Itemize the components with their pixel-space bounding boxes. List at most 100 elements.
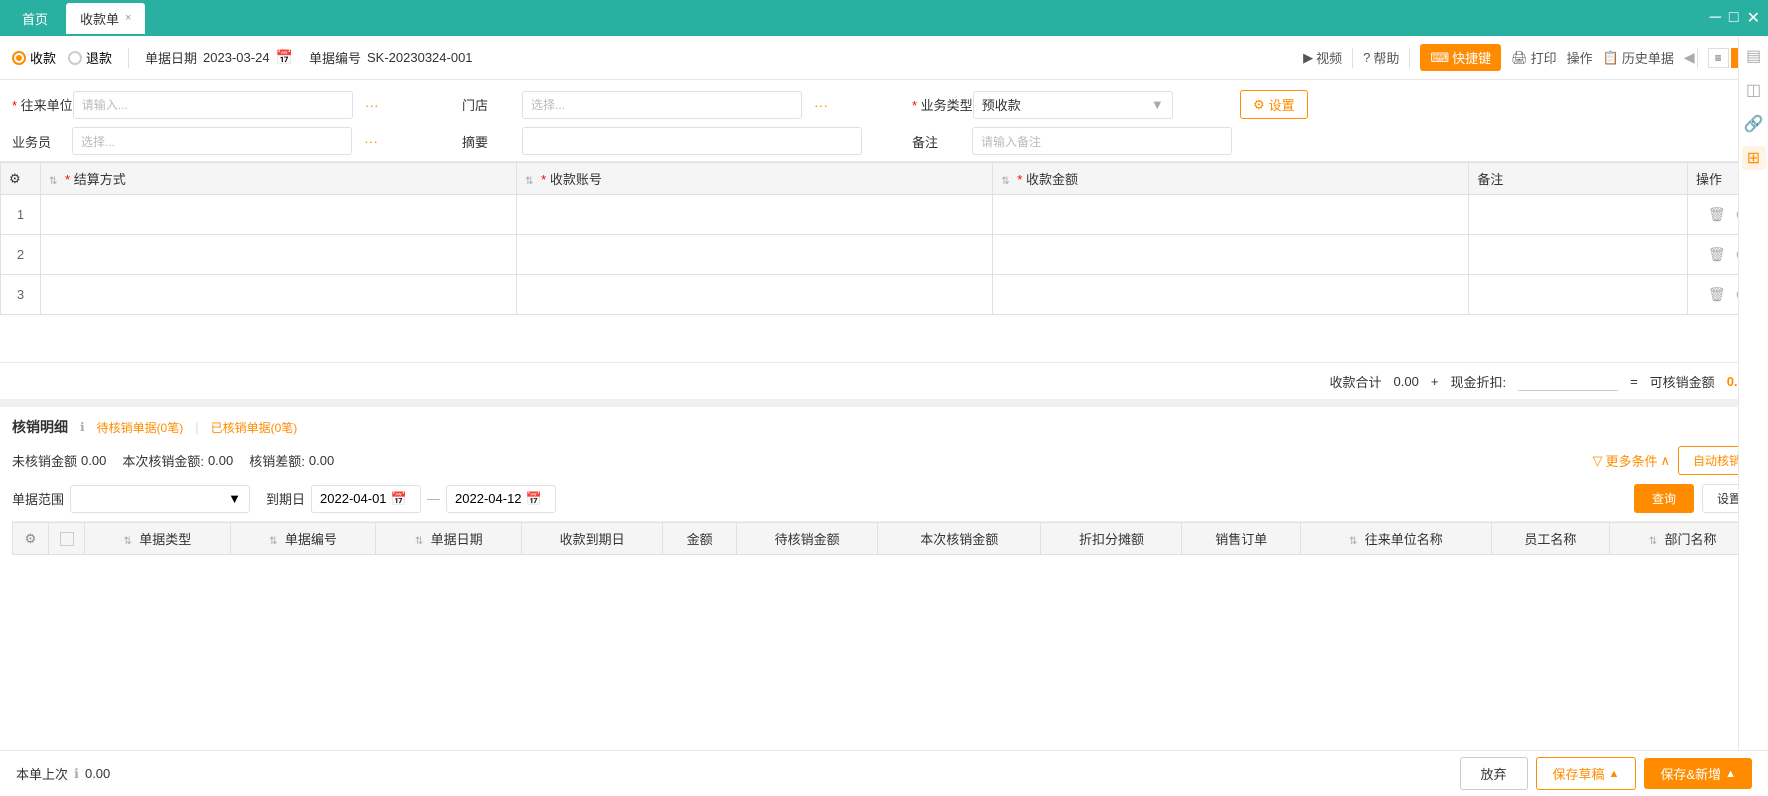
shortcut-btn[interactable]: ⌨ 快捷键: [1420, 44, 1501, 71]
discard-btn[interactable]: 放弃: [1460, 757, 1528, 790]
row-2-account[interactable]: [517, 235, 993, 275]
date-end-input[interactable]: 2022-04-12 📅: [446, 485, 556, 513]
col-discount-label: 折扣分摊额: [1079, 532, 1144, 547]
recon-info-icon[interactable]: ℹ: [80, 420, 85, 434]
nav-left-icon[interactable]: ◀: [1684, 49, 1695, 66]
query-btn[interactable]: 查询: [1634, 484, 1694, 513]
store-input[interactable]: 选择...: [522, 91, 802, 119]
maximize-icon[interactable]: □: [1729, 9, 1739, 27]
bottom-settings-icon[interactable]: ⚙: [25, 531, 37, 546]
col-settings-header[interactable]: ⚙: [1, 163, 41, 195]
col-due-label: 收款到期日: [560, 532, 625, 547]
row-2-delete-icon[interactable]: 🗑: [1708, 246, 1726, 262]
history-btn[interactable]: 📋 历史单据: [1603, 48, 1674, 67]
help-label: 帮助: [1373, 48, 1399, 67]
draft-btn-arrow: ▲: [1609, 768, 1620, 780]
row-1-settle[interactable]: [41, 195, 517, 235]
settings-icon: ⚙: [9, 171, 21, 186]
row-3-remark[interactable]: [1469, 275, 1688, 315]
sidebar-table-icon[interactable]: ▤: [1742, 44, 1766, 68]
select-all-checkbox[interactable]: [60, 532, 74, 546]
footer-info-icon[interactable]: ℹ: [74, 766, 79, 782]
close-window-icon[interactable]: ✕: [1747, 8, 1760, 28]
row-2-remark[interactable]: [1469, 235, 1688, 275]
col-dept-header: ⇅ 部门名称: [1610, 523, 1756, 555]
form-area: 往来单位 请输入... ··· 门店 选择... ··· 业务类型 预收款 ▼: [0, 80, 1768, 162]
row-3-settle[interactable]: [41, 275, 517, 315]
partner-placeholder: 请输入...: [82, 96, 128, 113]
help-icon: ?: [1363, 50, 1370, 65]
toolbar: 收款 退款 单据日期 2023-03-24 📅 单据编号 SK-20230324…: [0, 36, 1768, 80]
video-btn[interactable]: ▶ 视频: [1303, 48, 1342, 67]
sidebar-link-icon[interactable]: 🔗: [1742, 112, 1766, 136]
settle-sort-icon: ⇅: [49, 176, 57, 187]
radio-tuikuan[interactable]: 退款: [68, 48, 112, 67]
partner-more-icon[interactable]: ···: [365, 97, 379, 113]
calendar-end-icon[interactable]: 📅: [526, 491, 542, 507]
minimize-icon[interactable]: ─: [1710, 9, 1721, 27]
row-1-remark[interactable]: [1469, 195, 1688, 235]
receipt-type-radio-group: 收款 退款: [12, 48, 112, 67]
col-checkbox-header[interactable]: [49, 523, 85, 555]
remark-input[interactable]: 请输入备注: [972, 127, 1232, 155]
list-view-btn[interactable]: ≡: [1708, 48, 1729, 68]
calendar-icon[interactable]: 📅: [276, 49, 293, 66]
row-2-amount[interactable]: [993, 235, 1469, 275]
store-more-icon[interactable]: ···: [814, 97, 828, 113]
radio-shoukuan[interactable]: 收款: [12, 48, 56, 67]
recon-diff-label: 核销差额:: [249, 451, 305, 470]
biz-type-dropdown[interactable]: 预收款 ▼: [973, 91, 1173, 119]
type-sort-icon: ⇅: [123, 536, 131, 547]
row-1-account[interactable]: [517, 195, 993, 235]
row-3-delete-icon[interactable]: 🗑: [1708, 286, 1726, 302]
print-icon: 🖨: [1511, 50, 1528, 66]
done-recon-tab[interactable]: 已核销单据(0笔): [211, 419, 298, 436]
row-3-amount[interactable]: [993, 275, 1469, 315]
col-remark-header: 备注: [1469, 163, 1688, 195]
tab-home[interactable]: 首页: [8, 3, 62, 34]
print-btn[interactable]: 🖨 打印: [1511, 48, 1557, 67]
staff-placeholder: 选择...: [81, 133, 115, 150]
tab-receipt[interactable]: 收款单 ×: [66, 3, 145, 34]
filter-icon: ▽: [1592, 453, 1602, 469]
date-start-input[interactable]: 2022-04-01 📅: [311, 485, 421, 513]
col-type-header: ⇅ 单据类型: [85, 523, 231, 555]
range-select[interactable]: ▼: [70, 485, 250, 513]
bottom-table-wrapper: ⚙ ⇅ 单据类型 ⇅ 单据编号: [12, 522, 1756, 555]
num-sort-icon: ⇅: [269, 536, 277, 547]
calendar-start-icon[interactable]: 📅: [391, 491, 407, 507]
radio-shoukuan-label: 收款: [30, 48, 56, 67]
doc-date-value: 2023-03-24: [203, 50, 270, 65]
tab-close-icon[interactable]: ×: [125, 12, 131, 24]
ops-label: 操作: [1567, 48, 1593, 67]
row-2-settle[interactable]: [41, 235, 517, 275]
partner-label: 往来单位: [12, 95, 73, 114]
ops-btn[interactable]: 操作: [1567, 48, 1593, 67]
pending-recon-tab[interactable]: 待核销单据(0笔): [97, 419, 184, 436]
radio-tuikuan-dot: [68, 51, 82, 65]
sidebar-layout-icon[interactable]: ◫: [1742, 78, 1766, 102]
row-1-amount[interactable]: [993, 195, 1469, 235]
help-btn[interactable]: ? 帮助: [1363, 48, 1399, 67]
discount-input[interactable]: [1518, 371, 1618, 391]
sidebar-grid-icon[interactable]: ⊞: [1742, 146, 1766, 170]
set-button[interactable]: ⚙ 设置: [1240, 90, 1308, 119]
biz-type-value: 预收款: [982, 95, 1021, 114]
total-value: 0.00: [1394, 374, 1419, 389]
col-this-label: 本次核销金额: [920, 532, 998, 547]
row-1-delete-icon[interactable]: 🗑: [1708, 206, 1726, 222]
more-conditions-btn[interactable]: ▽ 更多条件 ∧: [1592, 451, 1670, 470]
receipt-table: ⚙ ⇅ * 结算方式 ⇅ * 收款账号 ⇅ * 收款: [0, 162, 1768, 315]
table-row: 2 🗑 ⊕: [1, 235, 1768, 275]
save-new-btn[interactable]: 保存&新增 ▲: [1644, 758, 1752, 789]
col-ops-label: 操作: [1696, 172, 1722, 187]
row-3-account[interactable]: [517, 275, 993, 315]
staff-more-icon[interactable]: ···: [364, 133, 378, 149]
partner-input[interactable]: 请输入...: [73, 91, 353, 119]
summary-input[interactable]: [522, 127, 862, 155]
staff-input[interactable]: 选择...: [72, 127, 352, 155]
recon-stats: 未核销金额 0.00 本次核销金额: 0.00 核销差额: 0.00: [12, 445, 334, 476]
draft-btn[interactable]: 保存草稿 ▲: [1536, 757, 1637, 790]
biz-type-section: 业务类型 预收款 ▼: [912, 91, 1232, 119]
tab-receipt-label: 收款单: [80, 9, 119, 28]
